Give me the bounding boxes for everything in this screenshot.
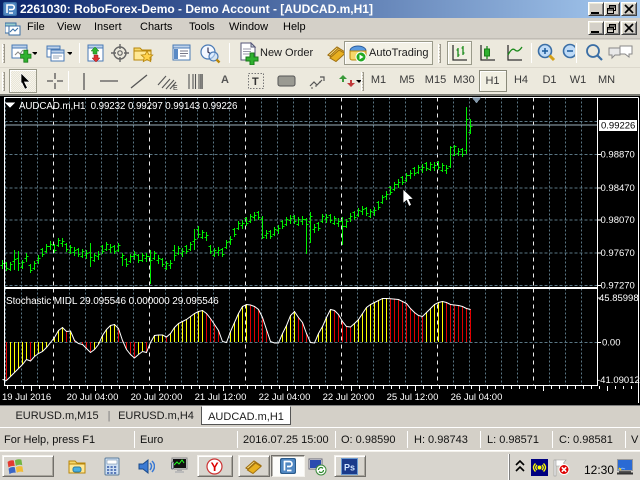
- svg-text:0.97270: 0.97270: [601, 280, 635, 291]
- svg-text:22 Jul 20:00: 22 Jul 20:00: [323, 392, 375, 403]
- svg-text:0.98470: 0.98470: [601, 183, 635, 194]
- svg-text:19 Jul 2016: 19 Jul 2016: [2, 392, 51, 403]
- svg-text:0.98870: 0.98870: [601, 150, 635, 161]
- svg-text:E: E: [173, 85, 178, 91]
- svg-text:-41.09012: -41.09012: [597, 375, 640, 386]
- svg-text:Stochastic MIDL 29.095546 0.00: Stochastic MIDL 29.095546 0.000000 29.09…: [6, 296, 219, 307]
- svg-text:T: T: [252, 76, 259, 88]
- svg-text:21 Jul 12:00: 21 Jul 12:00: [195, 392, 247, 403]
- svg-text:0.99226: 0.99226: [601, 121, 635, 132]
- svg-text:AUDCAD.m,H1 0.99232 0.99297 0: AUDCAD.m,H1 0.99232 0.99297 0.99143 0.99…: [19, 101, 238, 112]
- svg-text:Y: Y: [211, 460, 219, 474]
- svg-text:Ps: Ps: [344, 463, 355, 473]
- svg-text:0.98070: 0.98070: [601, 215, 635, 226]
- svg-text:20 Jul 04:00: 20 Jul 04:00: [67, 392, 119, 403]
- svg-text:0.97670: 0.97670: [601, 248, 635, 259]
- svg-text:22 Jul 04:00: 22 Jul 04:00: [259, 392, 311, 403]
- svg-text:20 Jul 20:00: 20 Jul 20:00: [131, 392, 183, 403]
- svg-text:25 Jul 12:00: 25 Jul 12:00: [387, 392, 439, 403]
- svg-text:45.85998: 45.85998: [599, 293, 639, 304]
- svg-text:0.00: 0.00: [602, 338, 621, 349]
- svg-text:26 Jul 04:00: 26 Jul 04:00: [451, 392, 503, 403]
